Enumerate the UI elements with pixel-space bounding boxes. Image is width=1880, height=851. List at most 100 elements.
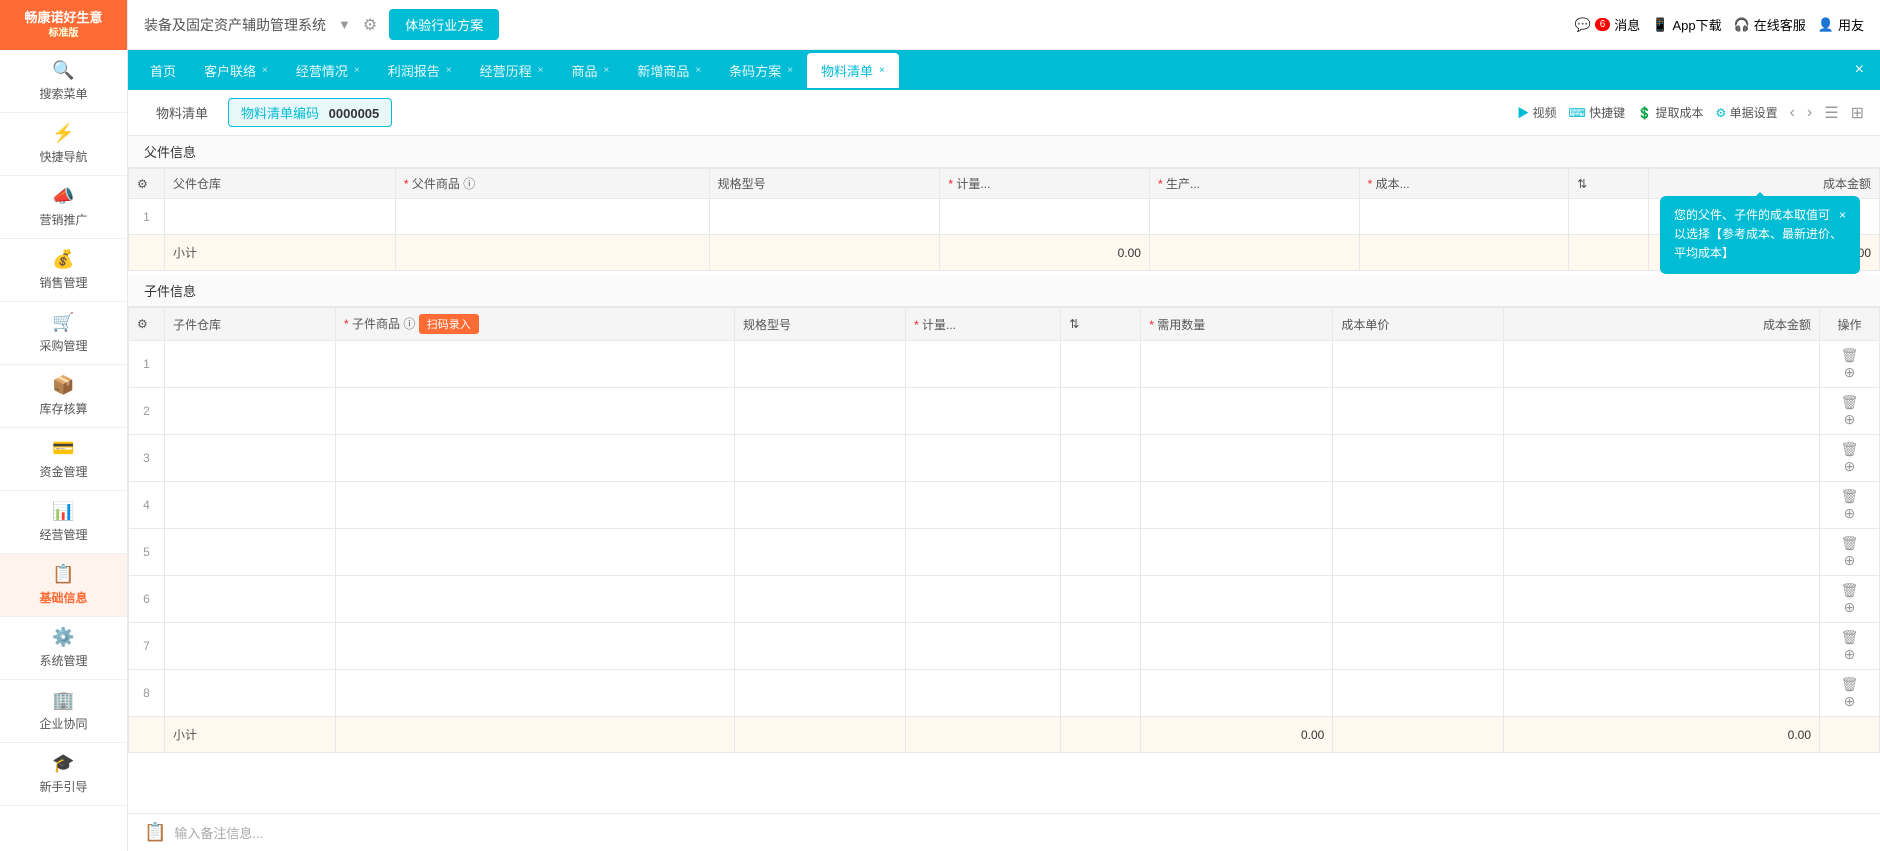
row-product[interactable]: [395, 199, 709, 235]
nav-list[interactable]: ☰: [1824, 103, 1838, 123]
sidebar-item-purchase[interactable]: 🛒 采购管理: [0, 302, 127, 365]
child-row-warehouse[interactable]: [165, 529, 336, 576]
sidebar-item-basic-info[interactable]: 📋 基础信息: [0, 554, 127, 617]
sidebar-item-marketing[interactable]: 📣 营销推广: [0, 176, 127, 239]
delete-icon[interactable]: 🗑: [1841, 441, 1859, 457]
tab-bom[interactable]: 物料清单 ×: [807, 53, 899, 88]
note-placeholder[interactable]: 输入备注信息...: [174, 823, 263, 842]
sidebar-item-sales[interactable]: 💰 销售管理: [0, 239, 127, 302]
online-service-group[interactable]: 🎧 在线客服: [1734, 15, 1806, 34]
scan-button[interactable]: 扫码录入: [419, 314, 479, 334]
row-unit[interactable]: [940, 199, 1150, 235]
child-col-settings[interactable]: ⚙: [129, 308, 165, 341]
tab-history-close[interactable]: ×: [538, 65, 544, 76]
child-row-spec[interactable]: [735, 623, 906, 670]
delete-icon[interactable]: 🗑: [1841, 347, 1859, 363]
child-row-product[interactable]: [336, 341, 735, 388]
child-row-quantity[interactable]: [1141, 576, 1333, 623]
copy-icon[interactable]: ⊕: [1844, 364, 1856, 380]
row-production[interactable]: [1149, 199, 1359, 235]
nav-prev[interactable]: ‹: [1790, 104, 1795, 122]
sub-tab-bom-list[interactable]: 物料清单: [144, 99, 220, 126]
tab-home[interactable]: 首页: [136, 53, 190, 88]
delete-icon[interactable]: 🗑: [1841, 394, 1859, 410]
tab-profit-report[interactable]: 利润报告 ×: [374, 53, 466, 88]
sidebar-item-system[interactable]: ⚙️ 系统管理: [0, 617, 127, 680]
tab-profit-close[interactable]: ×: [446, 65, 452, 76]
copy-icon[interactable]: ⊕: [1844, 599, 1856, 615]
child-row-product[interactable]: [336, 576, 735, 623]
child-row-quantity[interactable]: [1141, 388, 1333, 435]
child-row-quantity[interactable]: [1141, 482, 1333, 529]
tab-bom-close[interactable]: ×: [879, 65, 885, 76]
child-row-unit-cost[interactable]: [1333, 623, 1504, 670]
copy-icon[interactable]: ⊕: [1844, 646, 1856, 662]
sidebar-item-quick-nav[interactable]: ⚡ 快捷导航: [0, 113, 127, 176]
view-action[interactable]: ▶ 视频: [1517, 104, 1556, 121]
child-row-unit-cost[interactable]: [1333, 529, 1504, 576]
copy-icon[interactable]: ⊕: [1844, 458, 1856, 474]
child-row-unit[interactable]: [906, 482, 1061, 529]
tooltip-close[interactable]: ×: [1839, 206, 1846, 225]
child-row-unit-cost[interactable]: [1333, 576, 1504, 623]
child-row-warehouse[interactable]: [165, 670, 336, 717]
row-cost[interactable]: [1359, 199, 1569, 235]
child-row-product[interactable]: [336, 388, 735, 435]
tab-customers[interactable]: 客户联络 ×: [190, 53, 282, 88]
child-row-spec[interactable]: [735, 576, 906, 623]
child-row-warehouse[interactable]: [165, 341, 336, 388]
child-row-warehouse[interactable]: [165, 623, 336, 670]
copy-icon[interactable]: ⊕: [1844, 552, 1856, 568]
sidebar-item-enterprise[interactable]: 🏢 企业协同: [0, 680, 127, 743]
delete-icon[interactable]: 🗑: [1841, 582, 1859, 598]
sidebar-item-operations[interactable]: 📊 经营管理: [0, 491, 127, 554]
child-row-unit[interactable]: [906, 529, 1061, 576]
delete-icon[interactable]: 🗑: [1841, 629, 1859, 645]
tab-barcode-close[interactable]: ×: [787, 65, 793, 76]
sidebar-item-search[interactable]: 🔍 搜索菜单: [0, 50, 127, 113]
sidebar-item-finance[interactable]: 💳 资金管理: [0, 428, 127, 491]
child-row-product[interactable]: [336, 435, 735, 482]
child-row-product[interactable]: [336, 623, 735, 670]
child-row-unit[interactable]: [906, 576, 1061, 623]
child-row-product[interactable]: [336, 482, 735, 529]
delete-icon[interactable]: 🗑: [1841, 676, 1859, 692]
single-settings-action[interactable]: ⚙ 单据设置: [1715, 104, 1777, 121]
child-row-spec[interactable]: [735, 341, 906, 388]
nav-next[interactable]: ›: [1807, 104, 1812, 122]
child-row-quantity[interactable]: [1141, 670, 1333, 717]
row-warehouse[interactable]: [165, 199, 396, 235]
child-row-unit-cost[interactable]: [1333, 435, 1504, 482]
tab-products[interactable]: 商品 ×: [557, 53, 623, 88]
child-row-unit[interactable]: [906, 341, 1061, 388]
tab-operations-situation[interactable]: 经营情况 ×: [282, 53, 374, 88]
delete-icon[interactable]: 🗑: [1841, 535, 1859, 551]
child-row-spec[interactable]: [735, 670, 906, 717]
app-download-group[interactable]: 📱 App下载: [1652, 15, 1721, 34]
shortcut-action[interactable]: ⌨ 快捷键: [1568, 104, 1625, 121]
tab-add-products-close[interactable]: ×: [695, 65, 701, 76]
child-row-warehouse[interactable]: [165, 435, 336, 482]
child-row-unit-cost[interactable]: [1333, 388, 1504, 435]
child-row-spec[interactable]: [735, 482, 906, 529]
child-row-spec[interactable]: [735, 388, 906, 435]
delete-icon[interactable]: 🗑: [1841, 488, 1859, 504]
child-row-unit-cost[interactable]: [1333, 670, 1504, 717]
child-row-unit-cost[interactable]: [1333, 482, 1504, 529]
child-row-quantity[interactable]: [1141, 623, 1333, 670]
tab-barcode-plan[interactable]: 条码方案 ×: [715, 53, 807, 88]
copy-icon[interactable]: ⊕: [1844, 411, 1856, 427]
nav-expand[interactable]: ⊞: [1851, 103, 1864, 123]
copy-icon[interactable]: ⊕: [1844, 693, 1856, 709]
settings-icon[interactable]: ⚙: [363, 15, 377, 35]
tab-business-history[interactable]: 经营历程 ×: [466, 53, 558, 88]
child-row-warehouse[interactable]: [165, 388, 336, 435]
child-row-unit-cost[interactable]: [1333, 341, 1504, 388]
tab-ops-close[interactable]: ×: [354, 65, 360, 76]
tab-products-close[interactable]: ×: [603, 65, 609, 76]
sidebar-item-inventory[interactable]: 📦 库存核算: [0, 365, 127, 428]
sub-tab-bom-code[interactable]: 物料清单编码 0000005: [228, 98, 392, 127]
sidebar-item-newbie[interactable]: 🎓 新手引导: [0, 743, 127, 806]
row-spec[interactable]: [709, 199, 940, 235]
child-row-unit[interactable]: [906, 670, 1061, 717]
